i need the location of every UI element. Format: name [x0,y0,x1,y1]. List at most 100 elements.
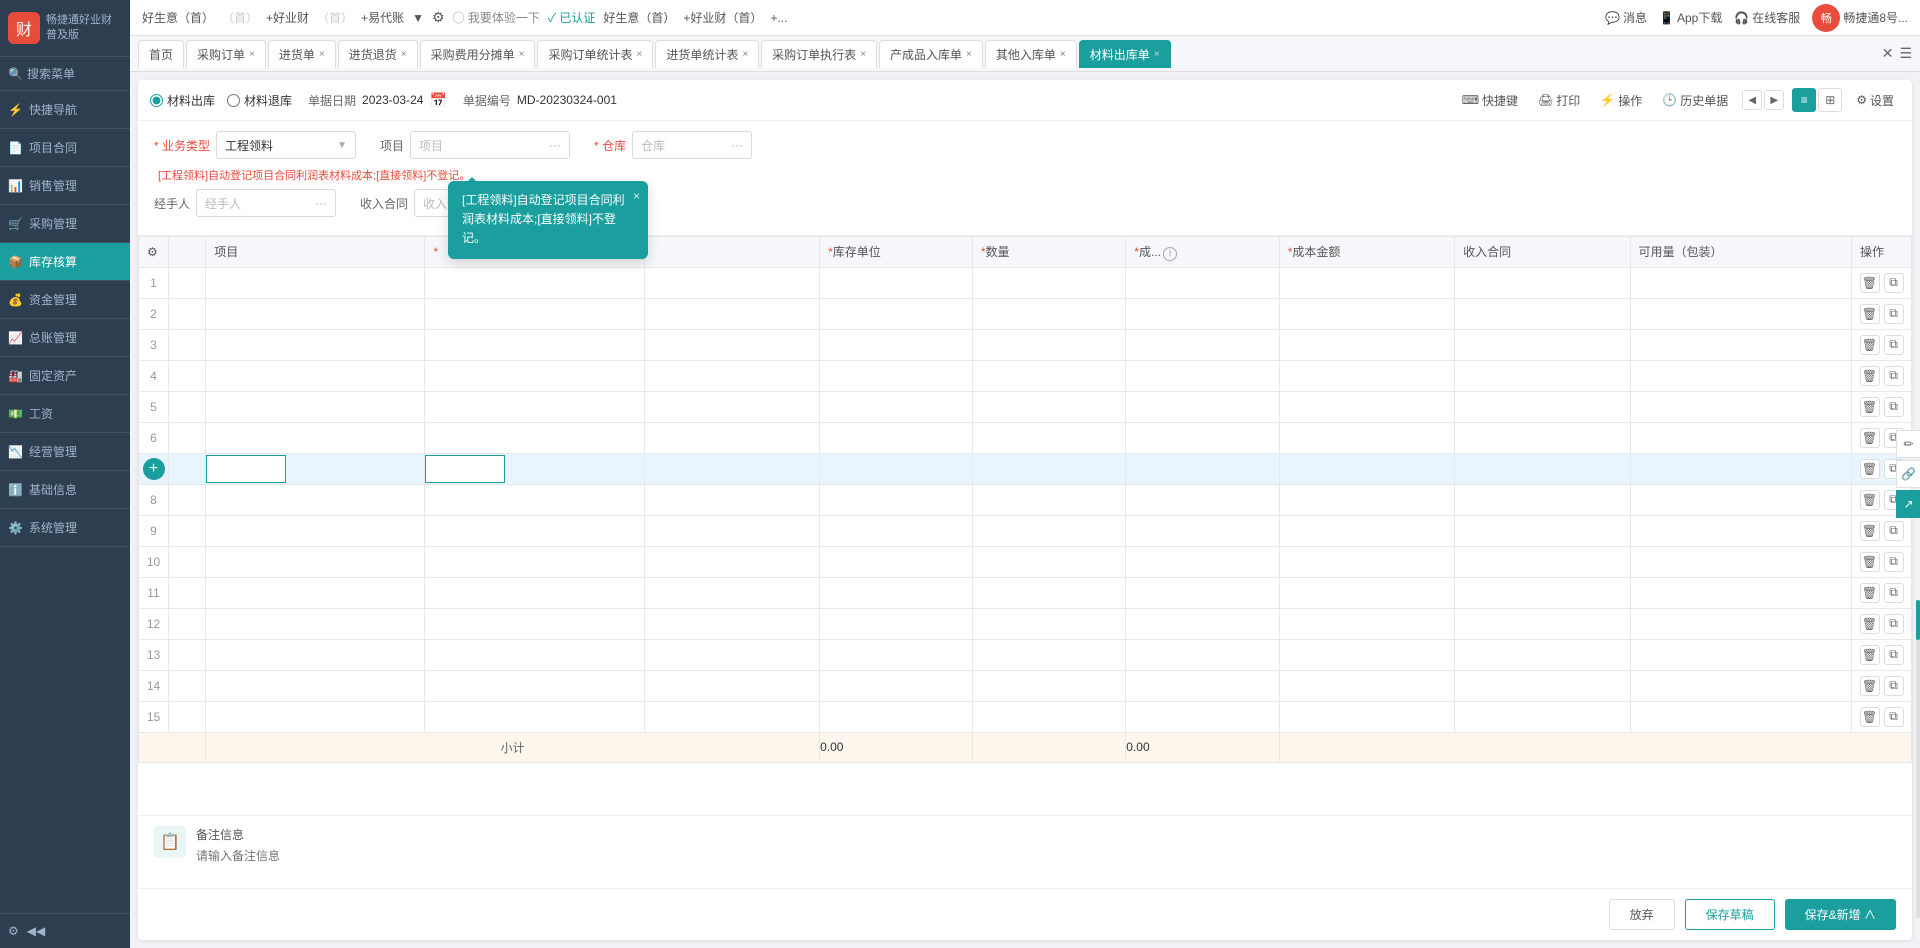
tab-other-in[interactable]: 其他入库单 × [985,40,1077,68]
row-2-cost[interactable] [1126,298,1279,329]
row-2-qty[interactable] [972,298,1125,329]
float-green-btn[interactable]: ↗ [1896,490,1920,518]
sidebar-item-purchase[interactable]: 🛒 采购管理 [0,205,130,243]
row-1-contract[interactable] [1455,267,1630,298]
tab-menu-btn[interactable]: ☰ [1899,45,1912,62]
topbar-good-finance[interactable]: +好业财 [266,9,309,26]
sidebar-item-project[interactable]: 📄 项目合同 [0,129,130,167]
row-2-avail[interactable] [1630,298,1852,329]
project-input[interactable]: 项目 ··· [410,131,570,159]
print-btn[interactable]: 🖨 打印 [1532,89,1586,112]
row-2-unit[interactable] [820,298,973,329]
add-row-delete-btn[interactable]: 🗑 [1860,459,1880,479]
sidebar-item-operations[interactable]: 📉 经营管理 [0,433,130,471]
row-9-delete-btn[interactable]: 🗑 [1860,521,1880,541]
close-purchase-stat-tab[interactable]: × [636,49,642,60]
project-more-icon[interactable]: ··· [549,138,561,152]
row-9-copy-btn[interactable]: ⧉ [1884,521,1904,541]
row-12-delete-btn[interactable]: 🗑 [1860,614,1880,634]
row-2-delete-btn[interactable]: 🗑 [1860,304,1880,324]
row-8-delete-btn[interactable]: 🗑 [1860,490,1880,510]
tab-purchase-fee[interactable]: 采购费用分摊单 × [420,40,536,68]
row-1-copy-btn[interactable]: ⧉ [1884,273,1904,293]
close-purchase-order-tab[interactable]: × [249,49,255,60]
row-10-copy-btn[interactable]: ⧉ [1884,552,1904,572]
close-purchase-return-tab[interactable]: × [401,49,407,60]
tab-purchase-in[interactable]: 进货单 × [268,40,336,68]
row-1-avail[interactable] [1630,267,1852,298]
row-6-delete-btn[interactable]: 🗑 [1860,428,1880,448]
calendar-icon[interactable]: 📅 [429,92,446,109]
row-11-copy-btn[interactable]: ⧉ [1884,583,1904,603]
row-5-copy-btn[interactable]: ⧉ [1884,397,1904,417]
th-settings[interactable]: ⚙ [139,237,169,268]
business-type-input[interactable]: 工程领料 ▼ [216,131,356,159]
add-row-project-input[interactable] [206,455,286,483]
row-3-delete-btn[interactable]: 🗑 [1860,335,1880,355]
history-btn[interactable]: 🕒 历史单据 [1656,89,1734,112]
sidebar-item-quicknav[interactable]: ⚡ 快捷导航 [0,91,130,129]
tooltip-close-btn[interactable]: × [633,187,640,206]
notes-input[interactable] [196,847,1896,875]
row-1-qty[interactable] [972,267,1125,298]
close-other-in-tab[interactable]: × [1060,49,1066,60]
discard-btn[interactable]: 放弃 [1609,899,1675,930]
row-1-project[interactable] [206,267,425,298]
row-2-project[interactable] [206,298,425,329]
online-service-btn[interactable]: 🎧 在线客服 [1734,9,1800,26]
handler-input[interactable]: 经手人 ··· [196,189,336,217]
sidebar-item-search[interactable]: 🔍 搜索菜单 [0,57,130,91]
sidebar-item-assets[interactable]: 🏭 固定资产 [0,357,130,395]
row-11-delete-btn[interactable]: 🗑 [1860,583,1880,603]
sidebar-item-basicinfo[interactable]: ℹ️ 基础信息 [0,471,130,509]
topbar-dropdown[interactable]: ▼ [412,11,424,25]
row-1-cost[interactable] [1126,267,1279,298]
sidebar-item-ledger[interactable]: 📈 总账管理 [0,319,130,357]
warehouse-input[interactable]: 仓库 ··· [632,131,752,159]
close-all-tabs-btn[interactable]: ✕ [1882,45,1894,62]
close-purchase-in-tab[interactable]: × [319,49,325,60]
row-12-copy-btn[interactable]: ⧉ [1884,614,1904,634]
topbar-good-finance2[interactable]: +好业财（首） [683,9,762,26]
tab-purchase-in-stat[interactable]: 进货单统计表 × [655,40,759,68]
close-purchase-fee-tab[interactable]: × [519,49,525,60]
scrollbar-thumb[interactable] [1916,600,1920,640]
row-15-delete-btn[interactable]: 🗑 [1860,707,1880,727]
quickkey-btn[interactable]: ⌨ 快捷键 [1456,89,1524,112]
app-download-btn[interactable]: 📱 App下载 [1659,9,1722,26]
float-link-btn[interactable]: 🔗 [1896,460,1920,488]
settings-bottom-icon[interactable]: ⚙ [8,924,19,938]
radio-material-out[interactable]: 材料出库 [150,92,215,109]
message-btn[interactable]: 💬 消息 [1605,9,1647,26]
row-1-costamt[interactable] [1279,267,1454,298]
cost-info-icon[interactable]: i [1163,247,1177,261]
collapse-sidebar-icon[interactable]: ◀◀ [27,924,45,938]
sidebar-item-inventory[interactable]: 📦 库存核算 [0,243,130,281]
close-purchase-in-stat-tab[interactable]: × [742,49,748,60]
add-row-btn[interactable]: + [143,458,165,480]
grid-view-btn[interactable]: ⊞ [1818,88,1842,112]
row-14-delete-btn[interactable]: 🗑 [1860,676,1880,696]
save-draft-btn[interactable]: 保存草稿 [1685,899,1775,930]
user-menu[interactable]: 畅 畅捷通8号... [1812,4,1908,32]
row-1-delete-btn[interactable]: 🗑 [1860,273,1880,293]
list-view-btn[interactable]: ≡ [1792,88,1816,112]
sidebar-item-salary[interactable]: 💵 工资 [0,395,130,433]
row-5-delete-btn[interactable]: 🗑 [1860,397,1880,417]
row-1-unit[interactable] [820,267,973,298]
close-material-out-tab[interactable]: × [1154,49,1160,60]
row-2-material[interactable] [425,298,644,329]
tab-purchase-order[interactable]: 采购订单 × [186,40,266,68]
topbar-good-business2[interactable]: 好生意（首） [603,9,675,26]
row-2-costamt[interactable] [1279,298,1454,329]
row-15-copy-btn[interactable]: ⧉ [1884,707,1904,727]
next-record-btn[interactable]: ▶ [1764,90,1784,110]
topbar-good-business[interactable]: 好生意（首） [142,9,214,26]
row-10-delete-btn[interactable]: 🗑 [1860,552,1880,572]
save-new-btn[interactable]: 保存&新增 ∧ [1785,899,1896,930]
topbar-easy-account[interactable]: +易代账 [361,9,404,26]
row-2-spec[interactable] [644,298,819,329]
form-settings-btn[interactable]: ⚙ 设置 [1850,89,1900,112]
handler-more-icon[interactable]: ··· [315,196,327,210]
operations-btn[interactable]: ⚡ 操作 [1594,89,1648,112]
